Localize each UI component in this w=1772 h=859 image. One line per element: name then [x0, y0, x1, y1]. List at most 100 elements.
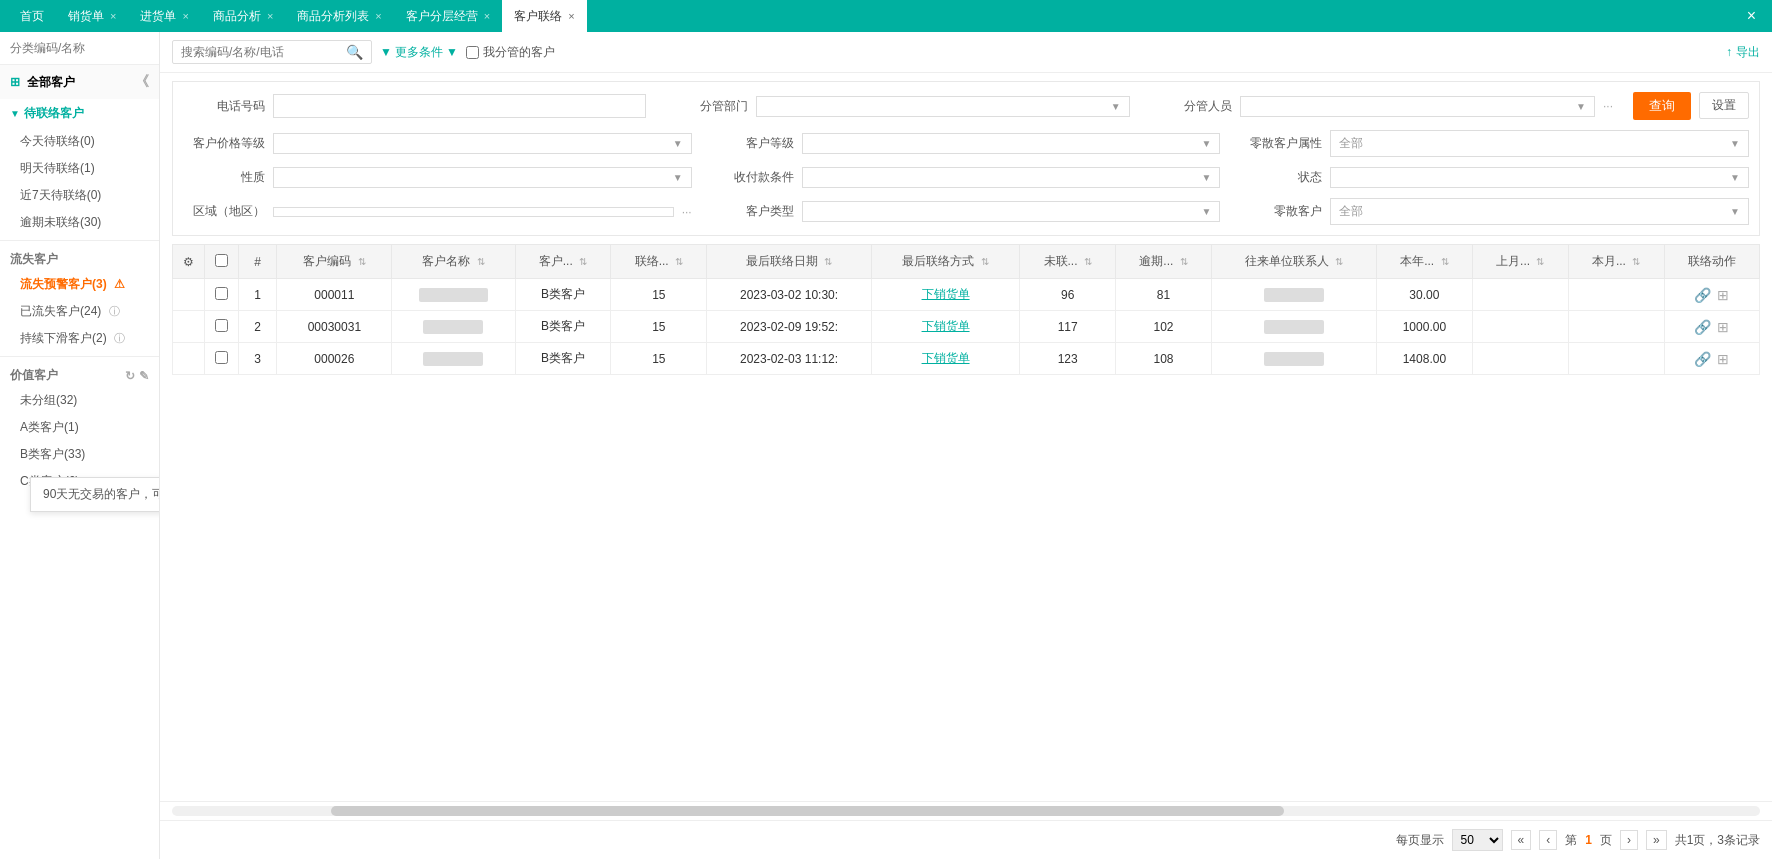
- sidebar-item-declining[interactable]: 持续下滑客户(2) ⓘ: [0, 325, 159, 352]
- select-all-checkbox[interactable]: [215, 254, 228, 267]
- this-month-sort-icon: ⇅: [1632, 256, 1640, 267]
- row3-number: 3: [239, 343, 277, 375]
- customer-tier-select[interactable]: ▼: [802, 133, 1221, 154]
- row1-link-icon[interactable]: 🔗: [1694, 287, 1711, 303]
- col-code[interactable]: 客户编码 ⇅: [277, 245, 392, 279]
- row1-action-icons: 🔗 ⊞: [1675, 287, 1749, 303]
- refresh-icon[interactable]: ↻: [125, 369, 135, 383]
- price-tier-select[interactable]: ▼: [273, 133, 692, 154]
- region-dots[interactable]: ···: [682, 205, 692, 219]
- my-customers-checkbox[interactable]: 我分管的客户: [466, 44, 555, 61]
- nature-arrow-icon: ▼: [673, 172, 683, 183]
- phone-label: 电话号码: [183, 98, 273, 115]
- row2-grid-icon[interactable]: ⊞: [1717, 319, 1729, 335]
- row3-link-icon[interactable]: 🔗: [1694, 351, 1711, 367]
- col-name[interactable]: 客户名称 ⇅: [392, 245, 515, 279]
- sidebar-item-today-pending[interactable]: 今天待联络(0): [0, 128, 159, 155]
- tab-purchase[interactable]: 进货单 ×: [128, 0, 200, 32]
- overdue-sort-icon: ⇅: [1180, 256, 1188, 267]
- row1-this-year: 30.00: [1376, 279, 1472, 311]
- sidebar-item-lost-warning[interactable]: 流失预警客户(3) ⚠: [0, 271, 159, 298]
- sidebar-item-ungrouped[interactable]: 未分组(32): [0, 387, 159, 414]
- my-customers-check[interactable]: [466, 46, 479, 59]
- tab-customer-tier[interactable]: 客户分层经营 ×: [394, 0, 502, 32]
- first-page-button[interactable]: «: [1511, 830, 1532, 850]
- col-last-date[interactable]: 最后联络日期 ⇅: [707, 245, 872, 279]
- prev-page-button[interactable]: ‹: [1539, 830, 1557, 850]
- row2-uncontacted: 117: [1020, 311, 1116, 343]
- row3-grid-icon[interactable]: ⊞: [1717, 351, 1729, 367]
- tab-goods-analysis-list[interactable]: 商品分析列表 ×: [285, 0, 393, 32]
- close-purchase-tab[interactable]: ×: [182, 10, 188, 22]
- row1-grid-icon[interactable]: ⊞: [1717, 287, 1729, 303]
- table-body: 1 000011 ████████ B类客户 15 2023-03-02 10:…: [173, 279, 1760, 375]
- sidebar-item-a-type[interactable]: A类客户(1): [0, 414, 159, 441]
- col-check[interactable]: [205, 245, 239, 279]
- tab-customer-contact[interactable]: 客户联络 ×: [502, 0, 586, 32]
- manager-dots[interactable]: ···: [1603, 99, 1613, 113]
- next-page-button[interactable]: ›: [1620, 830, 1638, 850]
- search-input[interactable]: [181, 45, 346, 59]
- col-this-year[interactable]: 本年... ⇅: [1376, 245, 1472, 279]
- customer-type-select[interactable]: ▼: [802, 201, 1221, 222]
- page-unit: 页: [1600, 832, 1612, 849]
- col-last-month[interactable]: 上月... ⇅: [1472, 245, 1568, 279]
- row3-historical: ██ ...: [1211, 343, 1376, 375]
- edit-icon[interactable]: ✎: [139, 369, 149, 383]
- sidebar-group-lost: 流失客户: [0, 245, 159, 271]
- sidebar-item-b-type[interactable]: B类客户(33): [0, 441, 159, 468]
- tab-goods-analysis[interactable]: 商品分析 ×: [201, 0, 285, 32]
- tab-home[interactable]: 首页: [8, 0, 56, 32]
- col-overdue[interactable]: 逾期... ⇅: [1116, 245, 1212, 279]
- sidebar-item-tomorrow-pending[interactable]: 明天待联络(1): [0, 155, 159, 182]
- dept-select[interactable]: ▼: [756, 96, 1129, 117]
- horizontal-scrollbar[interactable]: [160, 801, 1772, 820]
- sidebar-all-customers[interactable]: ⊞ 全部客户 《: [0, 65, 159, 99]
- col-uncontacted[interactable]: 未联... ⇅: [1020, 245, 1116, 279]
- scroll-thumb[interactable]: [331, 806, 1284, 816]
- payment-select[interactable]: ▼: [802, 167, 1221, 188]
- close-goods-analysis-tab[interactable]: ×: [267, 10, 273, 22]
- tab-sales[interactable]: 销货单 ×: [56, 0, 128, 32]
- retail-attr-select[interactable]: 全部 ▼: [1330, 130, 1749, 157]
- last-page-button[interactable]: »: [1646, 830, 1667, 850]
- value-group-label: 价值客户: [10, 367, 58, 384]
- per-page-select[interactable]: 50 100 200: [1452, 829, 1503, 851]
- row1-check[interactable]: [205, 279, 239, 311]
- row3-check[interactable]: [205, 343, 239, 375]
- status-select[interactable]: ▼: [1330, 167, 1749, 188]
- pending-group-label: 待联络客户: [24, 105, 84, 122]
- row1-overdue: 81: [1116, 279, 1212, 311]
- export-button[interactable]: ↑ 导出: [1726, 44, 1760, 61]
- col-contact[interactable]: 联络... ⇅: [611, 245, 707, 279]
- more-filter-button[interactable]: ▼ 更多条件 ▼: [380, 44, 458, 61]
- phone-input[interactable]: [273, 94, 646, 118]
- region-select[interactable]: [273, 207, 674, 217]
- row2-check[interactable]: [205, 311, 239, 343]
- sidebar-group-pending[interactable]: ▼ 待联络客户: [0, 99, 159, 128]
- col-this-month[interactable]: 本月... ⇅: [1568, 245, 1664, 279]
- sidebar-collapse-icon[interactable]: 《: [135, 73, 149, 91]
- sidebar-item-overdue-pending[interactable]: 逾期未联络(30): [0, 209, 159, 236]
- close-customer-tier-tab[interactable]: ×: [484, 10, 490, 22]
- query-button[interactable]: 查询: [1633, 92, 1691, 120]
- nature-select[interactable]: ▼: [273, 167, 692, 188]
- close-customer-contact-tab[interactable]: ×: [568, 10, 574, 22]
- col-type[interactable]: 客户... ⇅: [515, 245, 611, 279]
- retail-select[interactable]: 全部 ▼: [1330, 198, 1749, 225]
- this-year-sort-icon: ⇅: [1441, 256, 1449, 267]
- sidebar-item-week-pending[interactable]: 近7天待联络(0): [0, 182, 159, 209]
- manager-select[interactable]: ▼: [1240, 96, 1595, 117]
- col-last-method[interactable]: 最后联络方式 ⇅: [871, 245, 1019, 279]
- sidebar-item-already-lost[interactable]: 已流失客户(24) ⓘ: [0, 298, 159, 325]
- settings-button[interactable]: 设置: [1699, 92, 1749, 119]
- search-icon[interactable]: 🔍: [346, 44, 363, 60]
- retail-attr-label: 零散客户属性: [1240, 135, 1330, 152]
- close-all-tabs[interactable]: ×: [1739, 7, 1764, 25]
- row2-link-icon[interactable]: 🔗: [1694, 319, 1711, 335]
- close-goods-analysis-list-tab[interactable]: ×: [375, 10, 381, 22]
- col-historical[interactable]: 往来单位联系人 ⇅: [1211, 245, 1376, 279]
- close-sales-tab[interactable]: ×: [110, 10, 116, 22]
- sidebar-search-input[interactable]: [10, 41, 160, 55]
- col-settings[interactable]: ⚙: [173, 245, 205, 279]
